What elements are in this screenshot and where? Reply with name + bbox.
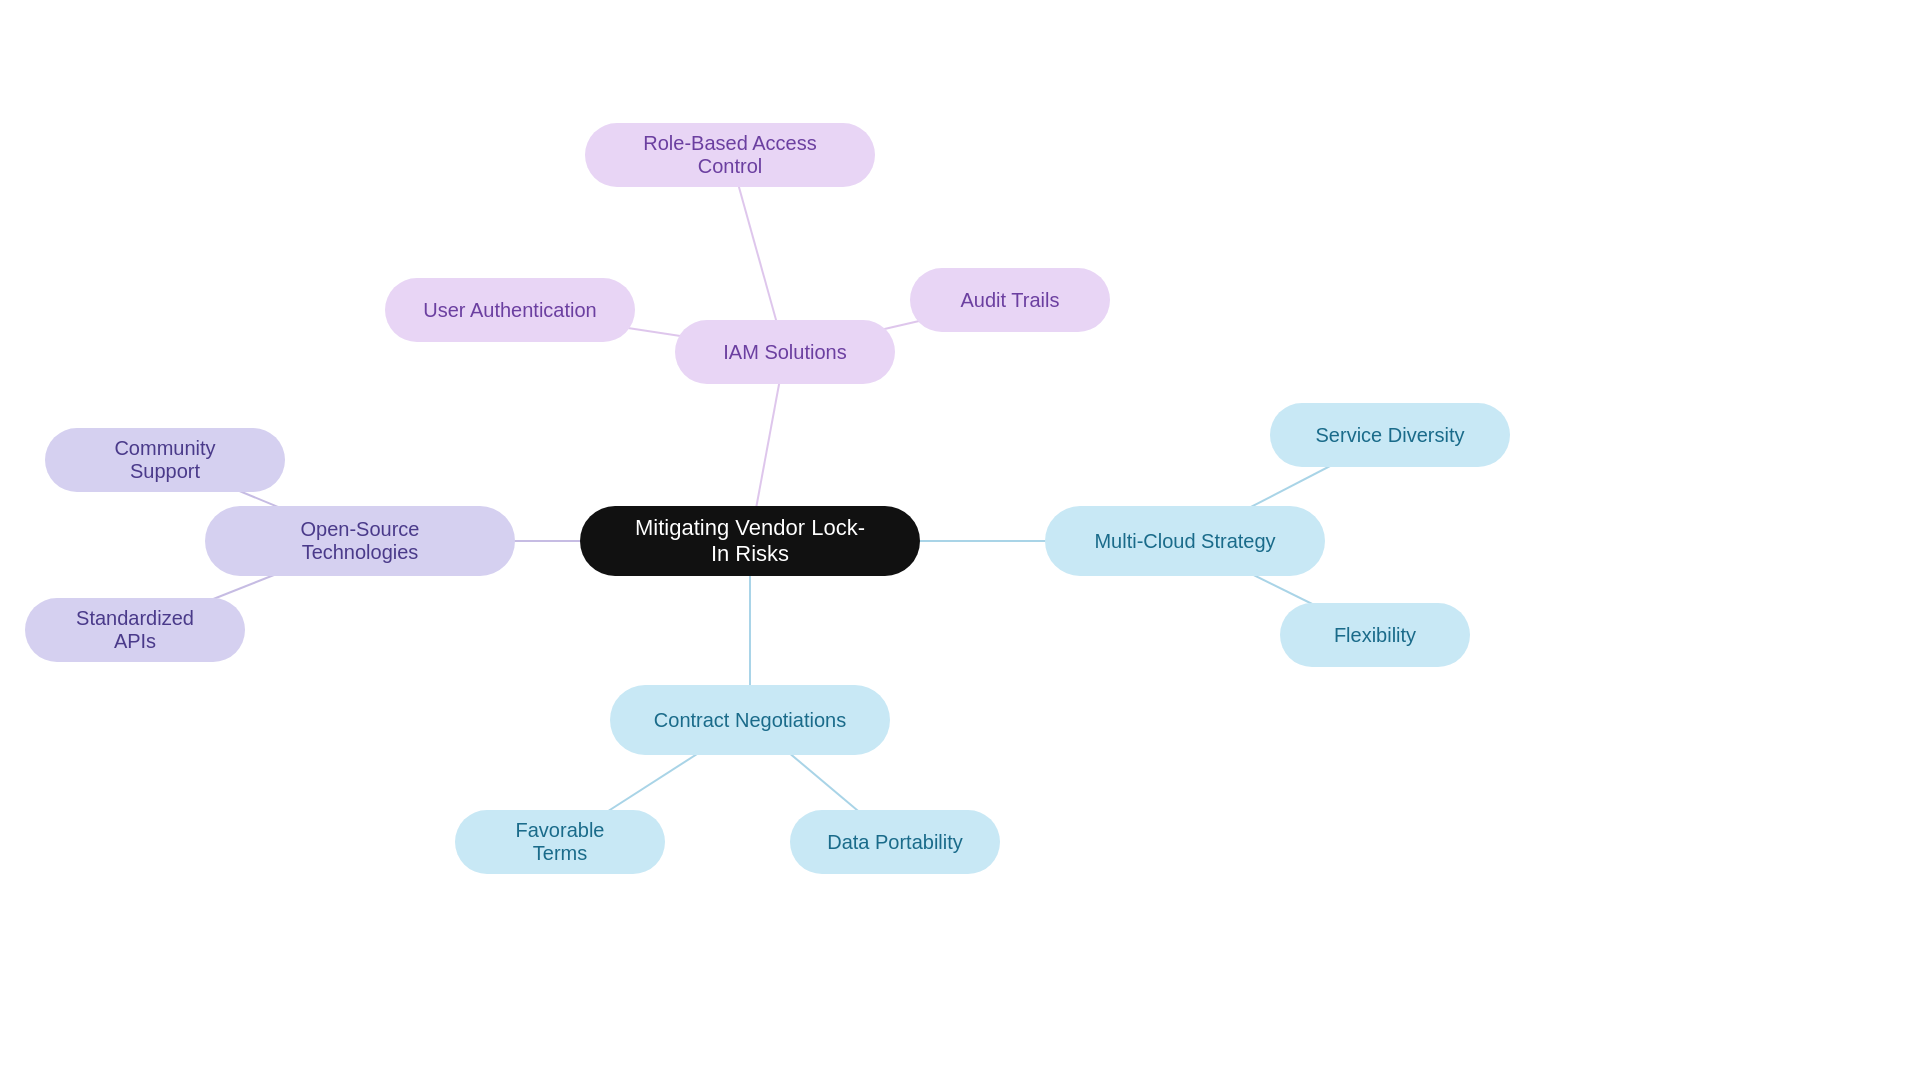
audit-trails-node: Audit Trails [910,268,1110,332]
iam-node: IAM Solutions [675,320,895,384]
audit-trails-label: Audit Trails [961,289,1060,312]
favorable-terms-label: Favorable Terms [491,819,629,865]
ost-node: Open-Source Technologies [205,506,515,576]
standardized-apis-node: Standardized APIs [25,598,245,662]
contract-negotiations-label: Contract Negotiations [654,709,846,732]
center-label: Mitigating Vendor Lock-In Risks [630,515,870,567]
community-support-label: Community Support [81,437,249,483]
rbac-node: Role-Based Access Control [585,123,875,187]
favorable-terms-node: Favorable Terms [455,810,665,874]
standardized-apis-label: Standardized APIs [61,607,209,653]
iam-label: IAM Solutions [723,341,846,364]
multi-cloud-node: Multi-Cloud Strategy [1045,506,1325,576]
multi-cloud-label: Multi-Cloud Strategy [1094,530,1275,553]
contract-negotiations-node: Contract Negotiations [610,685,890,755]
user-auth-node: User Authentication [385,278,635,342]
center-node: Mitigating Vendor Lock-In Risks [580,506,920,576]
user-auth-label: User Authentication [423,299,596,322]
service-diversity-label: Service Diversity [1316,424,1465,447]
service-diversity-node: Service Diversity [1270,403,1510,467]
ost-label: Open-Source Technologies [241,518,479,564]
rbac-label: Role-Based Access Control [621,132,839,178]
data-portability-node: Data Portability [790,810,1000,874]
flexibility-label: Flexibility [1334,624,1416,647]
community-support-node: Community Support [45,428,285,492]
data-portability-label: Data Portability [827,831,963,854]
flexibility-node: Flexibility [1280,603,1470,667]
